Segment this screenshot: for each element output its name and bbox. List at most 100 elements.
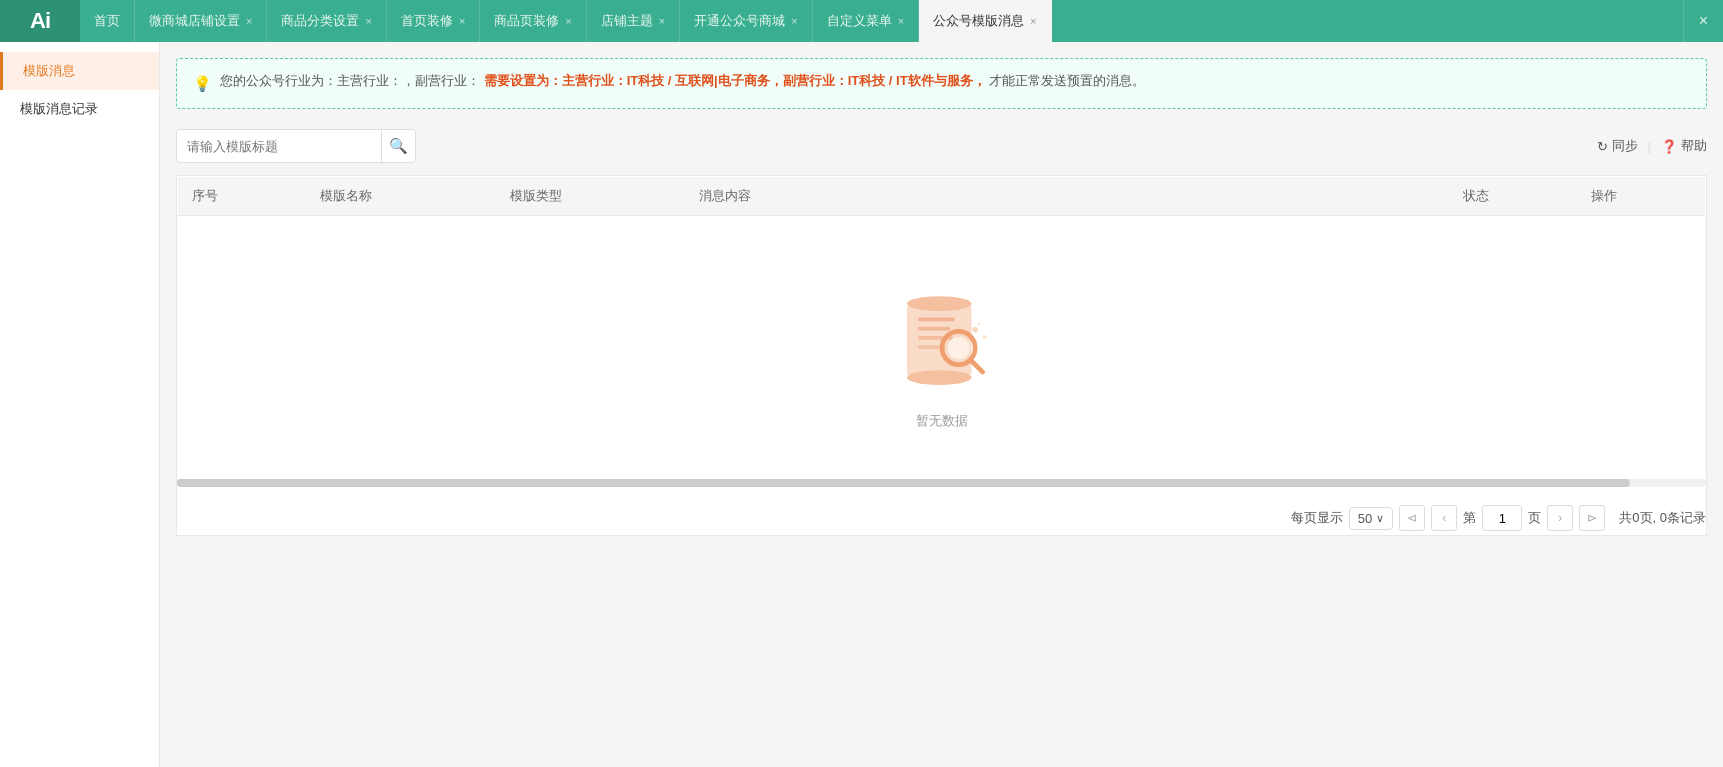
close-icon[interactable]: × [659,16,665,27]
page-label-pre: 第 [1463,509,1476,527]
nav-tabs: 首页 微商城店铺设置 × 商品分类设置 × 首页装修 × 商品页装修 × 店铺主… [80,0,1683,42]
nav-tab-label: 开通公众号商城 [694,12,785,30]
close-icon[interactable]: × [365,16,371,27]
nav-tab-product-decor[interactable]: 商品页装修 × [480,0,586,42]
sidebar-item-template-msg[interactable]: 模版消息 [0,52,159,90]
search-button[interactable]: 🔍 [381,130,415,162]
help-icon: ❓ [1661,139,1677,154]
chevron-down-icon: ∨ [1376,512,1384,525]
close-icon[interactable]: × [1030,16,1036,27]
nav-tab-home[interactable]: 首页 [80,0,135,42]
nav-tab-open-mall[interactable]: 开通公众号商城 × [680,0,812,42]
col-name: 模版名称 [306,177,495,216]
nav-tab-shop-theme[interactable]: 店铺主题 × [587,0,680,42]
total-info: 共0页, 0条记录 [1619,509,1706,527]
svg-line-10 [970,360,982,372]
sync-button[interactable]: ↻ 同步 [1597,137,1638,155]
svg-point-12 [982,335,986,339]
empty-illustration [882,276,1002,396]
notice-suffix: 才能正常发送预置的消息。 [989,73,1145,88]
nav-tab-label: 商品页装修 [494,12,559,30]
sidebar: 模版消息 模版消息记录 [0,42,160,767]
help-button[interactable]: ❓ 帮助 [1661,137,1707,155]
search-icon: 🔍 [389,137,408,155]
sync-icon: ↻ [1597,139,1608,154]
notice-text: 您的公众号行业为：主营行业：，副营行业： 需要设置为：主营行业：IT科技 / 互… [220,71,1145,92]
svg-point-2 [906,296,971,311]
notice-highlight: 需要设置为：主营行业：IT科技 / 互联网|电子商务，副营行业：IT科技 / I… [484,73,986,88]
nav-tab-label: 店铺主题 [601,12,653,30]
nav-tab-label: 自定义菜单 [827,12,892,30]
app-logo: Ai [0,0,80,42]
nav-tab-label: 首页装修 [401,12,453,30]
nav-tab-label: 公众号模版消息 [933,12,1024,30]
search-input[interactable] [177,133,381,160]
col-index: 序号 [178,177,307,216]
nav-tab-label: 微商城店铺设置 [149,12,240,30]
col-action: 操作 [1577,177,1706,216]
table-body: 暂无数据 [178,216,1706,471]
empty-text: 暂无数据 [916,412,968,430]
data-table: 序号 模版名称 模版类型 消息内容 状态 操作 [177,176,1706,471]
close-icon[interactable]: × [565,16,571,27]
col-status: 状态 [1449,177,1577,216]
prev-page-icon: ‹ [1442,511,1446,525]
pagination: 每页显示 50 ∨ ⊲ ‹ 第 页 › [177,495,1706,535]
search-bar: 🔍 ↻ 同步 | ❓ 帮助 [176,129,1707,163]
sidebar-item-label: 模版消息记录 [20,101,98,116]
last-page-icon: ⊳ [1587,511,1597,525]
col-type: 模版类型 [496,177,685,216]
per-page-select[interactable]: 50 ∨ [1349,507,1393,530]
help-label: 帮助 [1681,137,1707,155]
close-all-button[interactable]: × [1683,0,1723,42]
nav-tab-label: 首页 [94,12,120,30]
first-page-icon: ⊲ [1407,511,1417,525]
close-icon[interactable]: × [898,16,904,27]
close-icon[interactable]: × [246,16,252,27]
table-header-row: 序号 模版名称 模版类型 消息内容 状态 操作 [178,177,1706,216]
svg-rect-4 [918,318,955,322]
close-icon[interactable]: × [459,16,465,27]
prev-page-button[interactable]: ‹ [1431,505,1457,531]
sync-label: 同步 [1612,137,1638,155]
toolbar-right: ↻ 同步 | ❓ 帮助 [1597,137,1707,155]
page-label-post: 页 [1528,509,1541,527]
next-page-icon: › [1558,511,1562,525]
nav-tab-template-msg[interactable]: 公众号模版消息 × [919,0,1051,42]
col-content: 消息内容 [685,177,1449,216]
nav-tab-label: 商品分类设置 [281,12,359,30]
page-number-input[interactable] [1482,505,1522,531]
last-page-button[interactable]: ⊳ [1579,505,1605,531]
top-nav: Ai 首页 微商城店铺设置 × 商品分类设置 × 首页装修 × 商品页装修 × … [0,0,1723,42]
notice-icon: 💡 [193,72,212,96]
per-page-label: 每页显示 [1291,509,1343,527]
next-page-button[interactable]: › [1547,505,1573,531]
sidebar-item-label: 模版消息 [23,63,75,78]
app-layout: 模版消息 模版消息记录 💡 您的公众号行业为：主营行业：，副营行业： 需要设置为… [0,42,1723,767]
empty-row: 暂无数据 [178,216,1706,471]
scrollbar-thumb[interactable] [177,479,1630,487]
toolbar-divider: | [1648,139,1651,154]
nav-tab-shop-settings[interactable]: 微商城店铺设置 × [135,0,267,42]
per-page-value: 50 [1358,511,1372,526]
table-head: 序号 模版名称 模版类型 消息内容 状态 操作 [178,177,1706,216]
close-icon[interactable]: × [791,16,797,27]
nav-tab-custom-menu[interactable]: 自定义菜单 × [813,0,919,42]
close-all-icon: × [1699,12,1708,30]
svg-rect-5 [918,327,950,331]
table-wrapper: 序号 模版名称 模版类型 消息内容 状态 操作 [176,175,1707,536]
search-input-wrap: 🔍 [176,129,416,163]
notice-prefix: 您的公众号行业为：主营行业：，副营行业： [220,73,480,88]
svg-point-9 [947,337,969,359]
svg-point-11 [972,327,978,333]
nav-tab-category-settings[interactable]: 商品分类设置 × [267,0,386,42]
notice-box: 💡 您的公众号行业为：主营行业：，副营行业： 需要设置为：主营行业：IT科技 /… [176,58,1707,109]
main-content: 💡 您的公众号行业为：主营行业：，副营行业： 需要设置为：主营行业：IT科技 /… [160,42,1723,767]
svg-point-13 [977,323,980,326]
nav-tab-homepage-decor[interactable]: 首页装修 × [387,0,480,42]
svg-point-3 [906,370,971,385]
sidebar-item-template-history[interactable]: 模版消息记录 [0,90,159,128]
empty-state: 暂无数据 [178,216,1705,470]
horizontal-scrollbar[interactable] [177,479,1706,487]
first-page-button[interactable]: ⊲ [1399,505,1425,531]
